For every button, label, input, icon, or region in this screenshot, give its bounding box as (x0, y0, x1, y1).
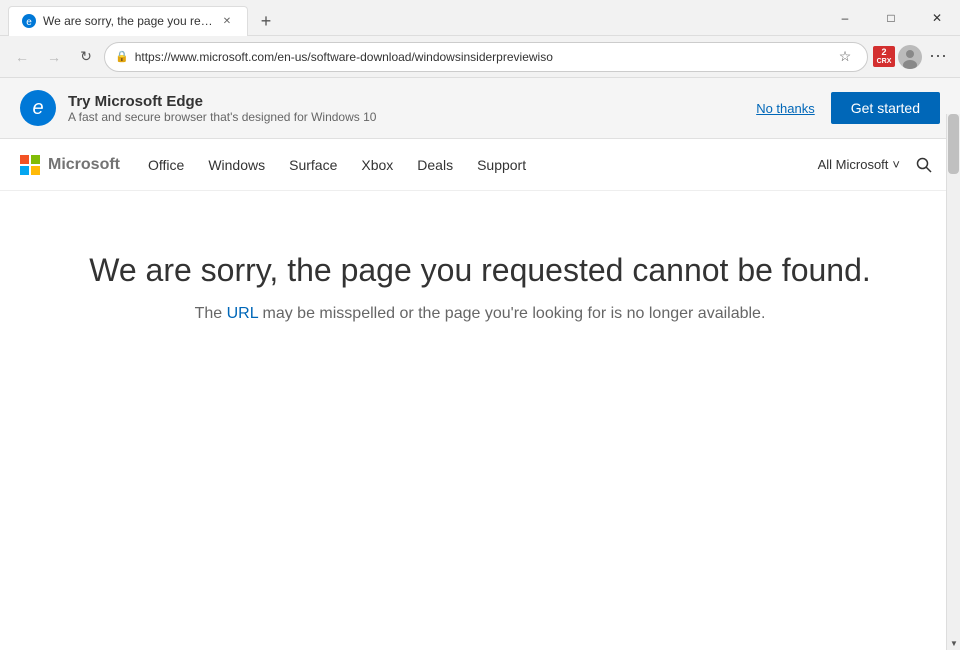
all-microsoft-label: All Microsoft (818, 157, 889, 172)
svg-text:e: e (26, 17, 32, 28)
reading-list-icon[interactable]: 2 CRX (872, 45, 896, 69)
nav-link-office[interactable]: Office (148, 157, 184, 173)
star-icon[interactable]: ☆ (833, 45, 857, 69)
tab-close-button[interactable]: ✕ (219, 13, 235, 29)
microsoft-grid-logo (20, 155, 40, 175)
scrollbar-down-arrow[interactable]: ▼ (947, 636, 960, 650)
ms-nav-links: Office Windows Surface Xbox Deals Suppor… (148, 157, 790, 173)
address-text: https://www.microsoft.com/en-us/software… (135, 50, 827, 64)
forward-button[interactable]: → (40, 43, 68, 71)
address-bar: ← → ↻ 🔒 https://www.microsoft.com/en-us/… (0, 36, 960, 78)
ms-logo-red (20, 155, 29, 164)
close-button[interactable]: ✕ (914, 0, 960, 36)
error-content: We are sorry, the page you requested can… (0, 191, 960, 383)
titlebar: e We are sorry, the page you requ... ✕ +… (0, 0, 960, 36)
microsoft-logo[interactable]: Microsoft (20, 155, 120, 175)
microsoft-logo-text: Microsoft (48, 156, 120, 174)
ms-nav-right: All Microsoft ˅ (818, 149, 940, 181)
lock-icon: 🔒 (115, 50, 129, 63)
new-tab-button[interactable]: + (252, 8, 280, 36)
back-button[interactable]: ← (8, 43, 36, 71)
ms-logo-yellow (31, 166, 40, 175)
edge-logo: e (20, 90, 56, 126)
tab-label: We are sorry, the page you requ... (43, 14, 213, 28)
error-subtitle-prefix: The (195, 305, 227, 322)
address-right-icons: ☆ (833, 45, 857, 69)
nav-link-xbox[interactable]: Xbox (361, 157, 393, 173)
nav-link-support[interactable]: Support (477, 157, 526, 173)
error-subtitle-suffix: may be misspelled or the page you're loo… (258, 305, 765, 322)
tab-bar: e We are sorry, the page you requ... ✕ + (8, 0, 280, 36)
error-title: We are sorry, the page you requested can… (89, 251, 871, 289)
no-thanks-link[interactable]: No thanks (756, 101, 815, 116)
search-button[interactable] (908, 149, 940, 181)
scrollbar[interactable]: ▲ ▼ (946, 114, 960, 650)
microsoft-navbar: Microsoft Office Windows Surface Xbox De… (0, 139, 960, 191)
nav-link-deals[interactable]: Deals (417, 157, 453, 173)
window-controls: – □ ✕ (822, 0, 960, 36)
error-subtitle-url: URL (227, 305, 258, 322)
active-tab[interactable]: e We are sorry, the page you requ... ✕ (8, 6, 248, 36)
edge-promo-title: Try Microsoft Edge (68, 93, 744, 110)
profile-icon[interactable] (898, 45, 922, 69)
nav-link-surface[interactable]: Surface (289, 157, 337, 173)
minimize-button[interactable]: – (822, 0, 868, 36)
get-started-button[interactable]: Get started (831, 92, 940, 124)
error-subtitle: The URL may be misspelled or the page yo… (195, 305, 766, 323)
edge-promo-actions: No thanks Get started (756, 92, 940, 124)
crx-badge: 2 (881, 48, 886, 58)
chevron-down-icon: ˅ (892, 157, 900, 172)
edge-promo-subtitle: A fast and secure browser that's designe… (68, 110, 744, 124)
menu-button[interactable]: ⋯ (924, 43, 952, 71)
crx-label: CRX (877, 58, 892, 66)
profile-avatar (898, 45, 922, 69)
address-input[interactable]: 🔒 https://www.microsoft.com/en-us/softwa… (104, 42, 868, 72)
toolbar-right: 2 CRX ⋯ (872, 43, 952, 71)
ms-logo-blue (20, 166, 29, 175)
ms-logo-green (31, 155, 40, 164)
edge-promo-banner: e Try Microsoft Edge A fast and secure b… (0, 78, 960, 139)
refresh-button[interactable]: ↻ (72, 43, 100, 71)
all-microsoft-button[interactable]: All Microsoft ˅ (818, 157, 900, 172)
scrollbar-thumb[interactable] (948, 114, 959, 174)
maximize-button[interactable]: □ (868, 0, 914, 36)
edge-promo-text: Try Microsoft Edge A fast and secure bro… (68, 93, 744, 124)
nav-link-windows[interactable]: Windows (208, 157, 265, 173)
tab-favicon: e (21, 13, 37, 29)
page-area: e Try Microsoft Edge A fast and secure b… (0, 78, 960, 650)
svg-text:e: e (32, 97, 43, 119)
